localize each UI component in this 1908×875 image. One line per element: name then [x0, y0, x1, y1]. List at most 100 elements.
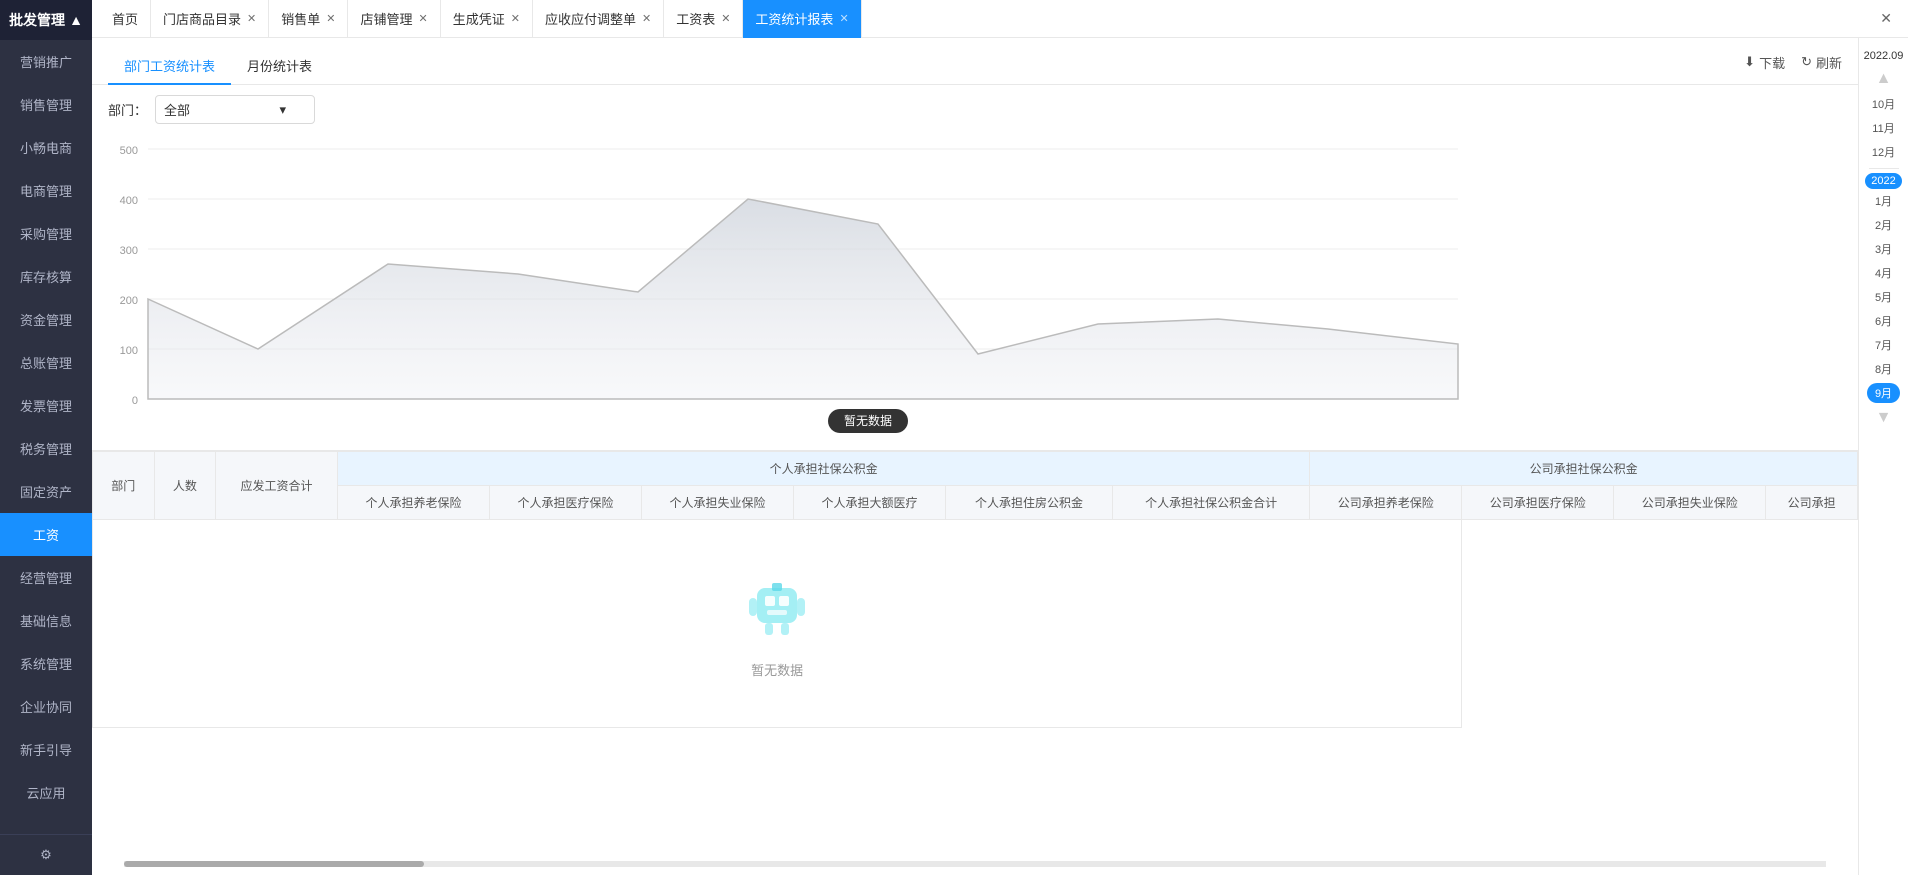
- col-personal-total: 个人承担社保公积金合计: [1113, 486, 1310, 520]
- salary-table: 部门 人数 应发工资合计 个人承担社保公积金 公司承担社保公积金 个人承担养老保…: [92, 451, 1858, 728]
- refresh-button[interactable]: ↻ 刷新: [1801, 53, 1842, 72]
- settings-button[interactable]: ⚙: [0, 834, 92, 875]
- main-area: 首页 门店商品目录 ✕ 销售单 ✕ 店铺管理 ✕ 生成凭证 ✕ 应收应付调整单 …: [92, 0, 1908, 875]
- sidebar-item-purchase[interactable]: 采购管理: [0, 212, 92, 255]
- gear-icon: ⚙: [40, 847, 52, 862]
- col-company-medical: 公司承担医疗保险: [1462, 486, 1614, 520]
- sidebar-item-xiaochang[interactable]: 小畅电商: [0, 126, 92, 169]
- toolbar-left: 部门： 全部 ▾: [108, 95, 315, 124]
- table-area[interactable]: 部门 人数 应发工资合计 个人承担社保公积金 公司承担社保公积金 个人承担养老保…: [92, 450, 1858, 857]
- sub-tab-dept-label: 部门工资统计表: [124, 59, 215, 74]
- tabbar-end: ✕: [1876, 8, 1900, 29]
- timeline-month-6[interactable]: 6月: [1859, 309, 1908, 333]
- refresh-label: 刷新: [1816, 53, 1842, 72]
- tab-store-mgmt[interactable]: 店铺管理 ✕: [348, 0, 440, 38]
- timeline-year-2022: 2022.09: [1864, 46, 1904, 66]
- sidebar-header[interactable]: 批发管理 ▲: [0, 0, 92, 40]
- timeline-month-3[interactable]: 3月: [1859, 237, 1908, 261]
- sidebar-item-operations[interactable]: 经营管理: [0, 556, 92, 599]
- sidebar-item-marketing[interactable]: 营销推广: [0, 40, 92, 83]
- tab-receivable-close[interactable]: ✕: [642, 12, 651, 25]
- timeline-year-2022-label: 2022: [1865, 173, 1901, 189]
- tab-receivable[interactable]: 应收应付调整单 ✕: [533, 0, 664, 38]
- sub-tab-month-label: 月份统计表: [247, 59, 312, 74]
- timeline-month-dec[interactable]: 12月: [1859, 140, 1908, 164]
- svg-text:300: 300: [120, 245, 138, 257]
- tab-payroll-close[interactable]: ✕: [721, 12, 730, 25]
- timeline-month-7[interactable]: 7月: [1859, 333, 1908, 357]
- sidebar-toggle-icon: ▲: [69, 12, 83, 28]
- col-company-insurance-group: 公司承担社保公积金: [1310, 452, 1858, 486]
- tab-store-catalog-close[interactable]: ✕: [247, 12, 256, 25]
- timeline-down-icon[interactable]: ▼: [1872, 405, 1896, 431]
- sidebar-item-salary[interactable]: 工资: [0, 513, 92, 556]
- tab-receivable-label: 应收应付调整单: [545, 9, 636, 28]
- empty-robot-icon: [737, 568, 817, 648]
- svg-text:100: 100: [120, 345, 138, 357]
- col-personal-pension: 个人承担养老保险: [337, 486, 489, 520]
- timeline-month-4[interactable]: 4月: [1859, 261, 1908, 285]
- timeline-month-oct[interactable]: 10月: [1859, 92, 1908, 116]
- sidebar-item-stock[interactable]: 库存核算: [0, 255, 92, 298]
- svg-text:0: 0: [132, 395, 138, 407]
- timeline-month-9[interactable]: 9月: [1867, 383, 1900, 403]
- timeline-month-nov[interactable]: 11月: [1859, 116, 1908, 140]
- tab-voucher-label: 生成凭证: [453, 9, 505, 28]
- tab-home[interactable]: 首页: [100, 0, 151, 38]
- toolbar: 部门： 全部 ▾: [92, 85, 1858, 134]
- tab-store-mgmt-close[interactable]: ✕: [419, 12, 428, 25]
- sidebar-item-basic[interactable]: 基础信息: [0, 599, 92, 642]
- sidebar-title: 批发管理: [9, 10, 65, 30]
- sidebar-item-assets[interactable]: 固定资产: [0, 470, 92, 513]
- download-icon: ⬇: [1744, 54, 1755, 70]
- sidebar-item-ecom[interactable]: 电商管理: [0, 169, 92, 212]
- sub-tab-dept[interactable]: 部门工资统计表: [108, 48, 231, 85]
- timeline-sep: [1869, 168, 1899, 169]
- refresh-icon: ↻: [1801, 54, 1812, 70]
- timeline-panel: 2022.09 ▲ 10月 11月 12月 2022 1月 2月 3月 4月 5…: [1858, 38, 1908, 875]
- sidebar-item-system[interactable]: 系统管理: [0, 642, 92, 685]
- tab-voucher-close[interactable]: ✕: [511, 12, 520, 25]
- chart-area: 500 400 300 200 100 0: [92, 134, 1858, 450]
- sidebar-item-enterprise[interactable]: 企业协同: [0, 685, 92, 728]
- scrollbar-thumb[interactable]: [124, 861, 424, 867]
- sidebar-item-invoice[interactable]: 发票管理: [0, 384, 92, 427]
- sidebar-item-cloud[interactable]: 云应用: [0, 771, 92, 814]
- timeline-month-8[interactable]: 8月: [1859, 357, 1908, 381]
- dept-label: 部门：: [108, 100, 147, 119]
- timeline-month-5[interactable]: 5月: [1859, 285, 1908, 309]
- timeline-month-1[interactable]: 1月: [1859, 189, 1908, 213]
- download-button[interactable]: ⬇ 下载: [1744, 53, 1785, 72]
- toolbar-right: ⬇ 下载 ↻ 刷新: [1744, 53, 1842, 80]
- empty-row: 暂无数据: [93, 520, 1462, 728]
- tab-payroll[interactable]: 工资表 ✕: [664, 0, 743, 38]
- col-company-pension: 公司承担养老保险: [1310, 486, 1462, 520]
- sub-tabs: 部门工资统计表 月份统计表 ⬇ 下载 ↻ 刷新: [92, 38, 1858, 85]
- empty-text: 暂无数据: [751, 660, 803, 679]
- tab-sales-close[interactable]: ✕: [326, 12, 335, 25]
- sidebar-item-tax[interactable]: 税务管理: [0, 427, 92, 470]
- sidebar-item-capital[interactable]: 资金管理: [0, 298, 92, 341]
- salary-chart: 500 400 300 200 100 0: [108, 134, 1468, 434]
- sidebar-item-guide[interactable]: 新手引导: [0, 728, 92, 771]
- tab-store-catalog-label: 门店商品目录: [163, 9, 241, 28]
- timeline-up-icon[interactable]: ▲: [1872, 66, 1896, 92]
- tab-sales[interactable]: 销售单 ✕: [269, 0, 348, 38]
- timeline-month-2[interactable]: 2月: [1859, 213, 1908, 237]
- dept-select[interactable]: 全部 ▾: [155, 95, 315, 124]
- scrollbar-area: [92, 857, 1858, 875]
- sub-tab-month[interactable]: 月份统计表: [231, 48, 328, 85]
- col-personal-unemployment: 个人承担失业保险: [641, 486, 793, 520]
- col-personal-medical: 个人承担医疗保险: [489, 486, 641, 520]
- tab-salary-report[interactable]: 工资统计报表 ✕: [743, 0, 861, 38]
- tab-store-mgmt-label: 店铺管理: [360, 9, 412, 28]
- col-dept: 部门: [93, 452, 155, 520]
- sidebar-item-sales[interactable]: 销售管理: [0, 83, 92, 126]
- svg-text:500: 500: [120, 145, 138, 157]
- close-all-button[interactable]: ✕: [1876, 8, 1896, 29]
- tab-salary-report-close[interactable]: ✕: [839, 12, 848, 25]
- horizontal-scrollbar[interactable]: [124, 861, 1826, 867]
- tab-voucher[interactable]: 生成凭证 ✕: [441, 0, 533, 38]
- tab-store-catalog[interactable]: 门店商品目录 ✕: [151, 0, 269, 38]
- sidebar-item-ledger[interactable]: 总账管理: [0, 341, 92, 384]
